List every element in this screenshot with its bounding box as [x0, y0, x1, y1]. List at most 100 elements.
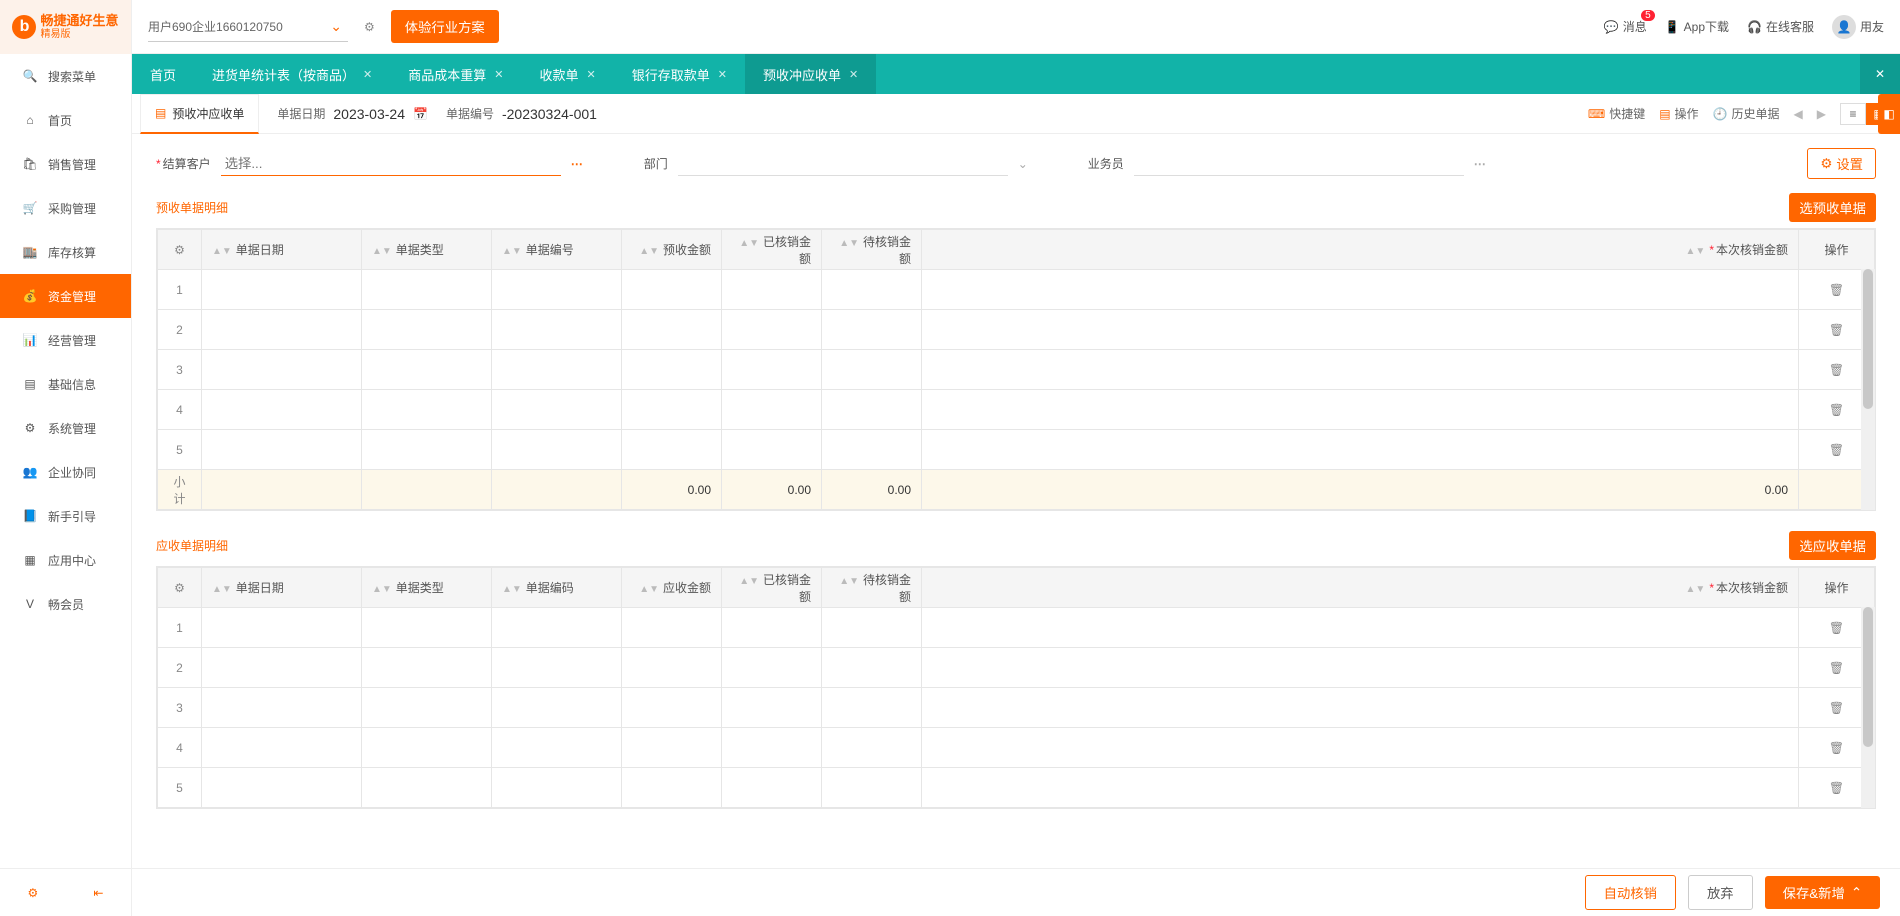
- sidebar-item-collab[interactable]: 👥企业协同: [0, 450, 131, 494]
- doc-no-label: 单据编号: [446, 105, 494, 122]
- logo[interactable]: b 畅捷通好生意 精易版: [0, 0, 131, 54]
- company-select[interactable]: 用户690企业1660120750: [148, 12, 348, 42]
- doc-tab[interactable]: ▤ 预收冲应收单: [140, 94, 259, 134]
- close-icon[interactable]: ✕: [718, 68, 727, 81]
- settings-icon[interactable]: ⚙: [28, 886, 39, 900]
- col-this[interactable]: ▲▼*本次核销金额: [922, 230, 1799, 270]
- dept-input[interactable]: [678, 152, 1008, 176]
- customer-picker-icon[interactable]: ⋯: [571, 157, 584, 171]
- col-pending[interactable]: ▲▼待核销金额: [822, 230, 922, 270]
- col-type[interactable]: ▲▼单据类型: [362, 230, 492, 270]
- close-icon[interactable]: ✕: [587, 68, 596, 81]
- table-row[interactable]: 1🗑: [158, 270, 1875, 310]
- save-new-button[interactable]: 保存&新增 ⌃: [1765, 876, 1880, 909]
- sidebar-item-home[interactable]: ⌂首页: [0, 98, 131, 142]
- table-row[interactable]: 4🗑: [158, 390, 1875, 430]
- phone-icon: 📱: [1665, 20, 1680, 34]
- messages-button[interactable]: 💬 消息 5: [1604, 18, 1647, 35]
- customer-input[interactable]: [221, 152, 561, 176]
- user-menu[interactable]: 👤 用友: [1832, 15, 1884, 39]
- col-written[interactable]: ▲▼已核销金额: [722, 230, 822, 270]
- sidebar-item-sales[interactable]: 🛍销售管理: [0, 142, 131, 186]
- table-settings-icon[interactable]: ⚙: [174, 243, 185, 257]
- delete-icon[interactable]: 🗑: [1829, 661, 1844, 675]
- select-prepay-button[interactable]: 选预收单据: [1789, 193, 1876, 222]
- table-row[interactable]: 5🗑: [158, 768, 1875, 808]
- sidebar-item-purchase[interactable]: 🛒采购管理: [0, 186, 131, 230]
- right-rail-toggle[interactable]: ◧: [1878, 94, 1900, 134]
- auto-writeoff-button[interactable]: 自动核销: [1585, 875, 1676, 910]
- next-icon[interactable]: ▶: [1817, 107, 1826, 121]
- support-button[interactable]: 🎧 在线客服: [1747, 18, 1814, 35]
- close-icon[interactable]: ✕: [494, 68, 503, 81]
- doc-settings-button[interactable]: ⚙ 设置: [1807, 148, 1876, 179]
- col2-no[interactable]: ▲▼单据编码: [492, 568, 622, 608]
- col-date[interactable]: ▲▼单据日期: [202, 230, 362, 270]
- prev-icon[interactable]: ◀: [1794, 107, 1803, 121]
- delete-icon[interactable]: 🗑: [1829, 701, 1844, 715]
- col2-this[interactable]: ▲▼*本次核销金额: [922, 568, 1799, 608]
- tab[interactable]: 收款单✕: [521, 54, 613, 94]
- col2-op: 操作: [1799, 568, 1875, 608]
- dept-dropdown-icon[interactable]: ⌄: [1018, 157, 1028, 171]
- delete-icon[interactable]: 🗑: [1829, 443, 1844, 457]
- sidebar-item-operation[interactable]: 📊经营管理: [0, 318, 131, 362]
- col2-date[interactable]: ▲▼单据日期: [202, 568, 362, 608]
- table-row[interactable]: 3🗑: [158, 350, 1875, 390]
- sidebar-item-guide[interactable]: 📘新手引导: [0, 494, 131, 538]
- history-button[interactable]: 🕘历史单据: [1713, 105, 1780, 122]
- scrollbar-thumb[interactable]: [1863, 269, 1873, 409]
- sidebar-item-apps[interactable]: ▦应用中心: [0, 538, 131, 582]
- delete-icon[interactable]: 🗑: [1829, 741, 1844, 755]
- tab[interactable]: 银行存取款单✕: [614, 54, 745, 94]
- tab[interactable]: 首页: [132, 54, 194, 94]
- delete-icon[interactable]: 🗑: [1829, 323, 1844, 337]
- col-no[interactable]: ▲▼单据编号: [492, 230, 622, 270]
- col2-pending[interactable]: ▲▼待核销金额: [822, 568, 922, 608]
- sidebar-item-finance[interactable]: 💰资金管理: [0, 274, 131, 318]
- company-settings-icon[interactable]: ⚙: [364, 20, 375, 34]
- col2-type[interactable]: ▲▼单据类型: [362, 568, 492, 608]
- table-row[interactable]: 5🗑: [158, 430, 1875, 470]
- tab[interactable]: 商品成本重算✕: [390, 54, 521, 94]
- close-icon[interactable]: ✕: [363, 68, 372, 81]
- table-row[interactable]: 4🗑: [158, 728, 1875, 768]
- operations-label: 操作: [1675, 105, 1699, 122]
- sidebar-item-inventory[interactable]: 🏬库存核算: [0, 230, 131, 274]
- tab[interactable]: 进货单统计表（按商品）✕: [194, 54, 390, 94]
- sidebar-item-system[interactable]: ⚙系统管理: [0, 406, 131, 450]
- delete-icon[interactable]: 🗑: [1829, 403, 1844, 417]
- table-row[interactable]: 2🗑: [158, 648, 1875, 688]
- sales-input[interactable]: [1134, 152, 1464, 176]
- table-row[interactable]: 2🗑: [158, 310, 1875, 350]
- search-icon: 🔍: [22, 68, 38, 84]
- operations-button[interactable]: ▤操作: [1659, 105, 1698, 122]
- sidebar-item-basic[interactable]: ▤基础信息: [0, 362, 131, 406]
- app-download-button[interactable]: 📱 App下载: [1665, 18, 1729, 35]
- collapse-icon[interactable]: ⇤: [93, 886, 103, 900]
- shortcut-button[interactable]: ⌨快捷键: [1588, 105, 1645, 122]
- delete-icon[interactable]: 🗑: [1829, 621, 1844, 635]
- trial-button[interactable]: 体验行业方案: [391, 10, 499, 43]
- table2-settings-icon[interactable]: ⚙: [174, 581, 185, 595]
- delete-icon[interactable]: 🗑: [1829, 363, 1844, 377]
- close-all-tabs[interactable]: ✕: [1860, 54, 1900, 94]
- delete-icon[interactable]: 🗑: [1829, 781, 1844, 795]
- tab[interactable]: 预收冲应收单✕: [745, 54, 876, 94]
- scrollbar2-thumb[interactable]: [1863, 607, 1873, 747]
- sidebar-item-member[interactable]: V畅会员: [0, 582, 131, 626]
- table-row[interactable]: 3🗑: [158, 688, 1875, 728]
- doc-date-value[interactable]: 2023-03-24: [333, 106, 405, 122]
- sidebar-item-search[interactable]: 🔍搜索菜单: [0, 54, 131, 98]
- col2-written[interactable]: ▲▼已核销金额: [722, 568, 822, 608]
- table-row[interactable]: 1🗑: [158, 608, 1875, 648]
- discard-button[interactable]: 放弃: [1688, 875, 1753, 910]
- select-receivable-button[interactable]: 选应收单据: [1789, 531, 1876, 560]
- delete-icon[interactable]: 🗑: [1829, 283, 1844, 297]
- col-pre[interactable]: ▲▼预收金额: [622, 230, 722, 270]
- close-icon[interactable]: ✕: [849, 68, 858, 81]
- view-list-icon[interactable]: ≡: [1840, 103, 1866, 125]
- col2-recv[interactable]: ▲▼应收金额: [622, 568, 722, 608]
- calendar-icon[interactable]: 📅: [413, 107, 428, 121]
- sales-picker-icon[interactable]: ⋯: [1474, 157, 1487, 171]
